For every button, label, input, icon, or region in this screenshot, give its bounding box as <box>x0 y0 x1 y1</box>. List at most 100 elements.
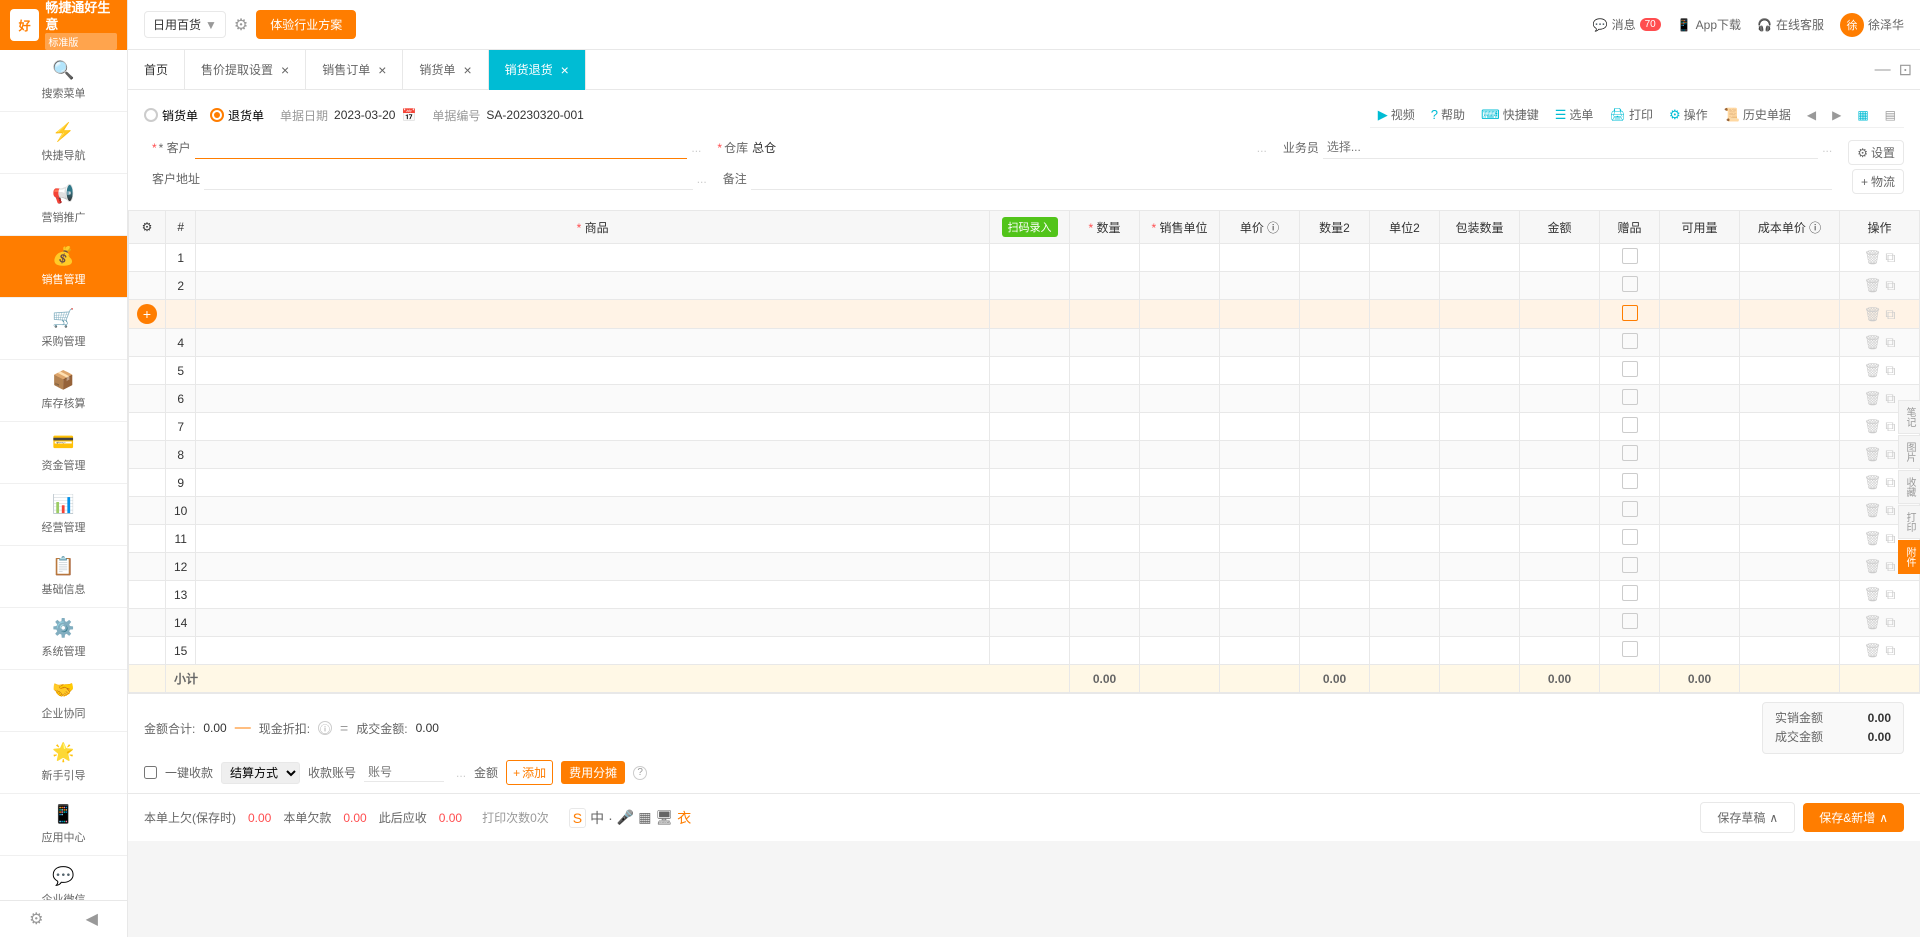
calendar-icon[interactable]: 📅 <box>401 108 416 122</box>
sidebar-settings-icon[interactable]: ⚙ <box>29 909 43 929</box>
date-value[interactable]: 2023-03-20 <box>334 108 395 122</box>
online-service-btn[interactable]: 🎧 在线客服 <box>1757 16 1824 33</box>
unit-price-cell[interactable] <box>1220 244 1300 272</box>
address-dots-btn[interactable]: ... <box>697 172 707 186</box>
fee-help-icon[interactable]: ? <box>633 766 647 780</box>
gift-checkbox[interactable] <box>1622 445 1638 461</box>
copy-icon[interactable]: ⧉ <box>1885 390 1895 407</box>
copy-icon[interactable]: ⧉ <box>1885 614 1895 631</box>
help-btn[interactable]: ? 帮助 <box>1431 106 1465 123</box>
float-notes-btn[interactable]: 笔记 <box>1898 400 1920 434</box>
add-row-btn[interactable]: + <box>137 304 157 324</box>
tab-close-icon[interactable]: × <box>281 62 289 78</box>
delete-icon[interactable]: 🗑 <box>1864 277 1882 294</box>
col-gear-header[interactable]: ⚙ <box>129 211 166 244</box>
gift-checkbox[interactable] <box>1622 641 1638 657</box>
tab-close-icon[interactable]: × <box>561 62 569 78</box>
gift-checkbox[interactable] <box>1622 529 1638 545</box>
qty2-cell[interactable] <box>1300 272 1370 300</box>
pack-qty-cell[interactable] <box>1440 272 1520 300</box>
gift-checkbox[interactable] <box>1622 305 1638 321</box>
qty-cell[interactable] <box>1070 272 1140 300</box>
delete-icon[interactable]: 🗑 <box>1864 558 1882 575</box>
amount-cell[interactable] <box>1520 244 1600 272</box>
sidebar-item-system[interactable]: ⚙️ 系统管理 <box>0 608 127 670</box>
settlement-select[interactable]: 结算方式 <box>221 762 300 784</box>
gift-checkbox[interactable] <box>1622 248 1638 264</box>
customer-dots-btn[interactable]: ... <box>691 141 701 155</box>
delete-icon[interactable]: 🗑 <box>1864 586 1882 603</box>
copy-icon[interactable]: ⧉ <box>1885 586 1895 603</box>
tab-maximize-btn[interactable]: ⊡ <box>1899 60 1912 80</box>
ime-icon-3[interactable]: · <box>608 810 613 826</box>
gift-checkbox[interactable] <box>1622 473 1638 489</box>
product-input[interactable] <box>204 251 981 265</box>
save-draft-btn[interactable]: 保存草稿 ∧ <box>1700 802 1795 833</box>
demo-btn[interactable]: 体验行业方案 <box>256 10 356 39</box>
delete-icon[interactable]: 🗑 <box>1864 446 1882 463</box>
delete-icon[interactable]: 🗑 <box>1864 502 1882 519</box>
address-input[interactable] <box>204 167 693 190</box>
delete-icon[interactable]: 🗑 <box>1864 418 1882 435</box>
qty-cell[interactable] <box>1070 300 1140 329</box>
unit2-cell[interactable] <box>1370 300 1440 329</box>
add-btn[interactable]: + 添加 <box>506 760 553 785</box>
history-btn[interactable]: 📜 历史单据 <box>1724 106 1791 123</box>
copy-icon[interactable]: ⧉ <box>1885 446 1895 463</box>
gift-checkbox[interactable] <box>1622 361 1638 377</box>
available-cell[interactable] <box>1660 244 1740 272</box>
amount-cell[interactable] <box>1520 272 1600 300</box>
action-btn[interactable]: ⚙ 操作 <box>1669 106 1708 123</box>
sidebar-item-newguide[interactable]: 🌟 新手引导 <box>0 732 127 794</box>
industry-selector[interactable]: 日用百货 ▼ <box>144 11 226 38</box>
new-product-input[interactable] <box>204 307 981 321</box>
copy-icon[interactable]: ⧉ <box>1885 558 1895 575</box>
gift-cell[interactable] <box>1600 300 1660 329</box>
list-view-icon[interactable]: ▤ <box>1885 108 1896 122</box>
sidebar-item-purchase[interactable]: 🛒 采购管理 <box>0 298 127 360</box>
float-favorite-btn[interactable]: 收藏 <box>1898 470 1920 504</box>
qty2-cell[interactable] <box>1300 300 1370 329</box>
account-input[interactable] <box>364 763 444 782</box>
fee-split-btn[interactable]: 费用分摊 <box>561 761 625 784</box>
select-btn[interactable]: ☰ 选单 <box>1555 106 1594 123</box>
scan-btn[interactable]: 扫码录入 <box>1002 217 1058 237</box>
unit-price-cell[interactable] <box>1220 272 1300 300</box>
sales-unit-cell[interactable] <box>1140 272 1220 300</box>
gift-checkbox[interactable] <box>1622 389 1638 405</box>
salesperson-dots-btn[interactable]: ... <box>1822 141 1832 155</box>
salesperson-input[interactable] <box>1323 136 1818 159</box>
discount-help-icon[interactable]: ⓘ <box>318 721 332 735</box>
tab-sales-return[interactable]: 销货退货 × <box>489 50 586 90</box>
logistics-btn[interactable]: + 物流 <box>1852 169 1904 194</box>
copy-icon[interactable]: ⧉ <box>1885 642 1895 659</box>
tab-sales-order[interactable]: 销售订单 × <box>306 50 403 90</box>
ime-icon-4[interactable]: 🎤 <box>617 809 634 826</box>
tab-price-settings[interactable]: 售价提取设置 × <box>185 50 306 90</box>
warehouse-dots-btn[interactable]: ... <box>1257 141 1267 155</box>
delete-icon[interactable]: 🗑 <box>1864 306 1882 323</box>
cost-price-cell[interactable] <box>1740 300 1840 329</box>
copy-icon[interactable]: ⧉ <box>1885 362 1895 379</box>
gift-checkbox[interactable] <box>1622 585 1638 601</box>
sidebar-item-inventory[interactable]: 📦 库存核算 <box>0 360 127 422</box>
save-new-btn[interactable]: 保存&新增 ∧ <box>1803 803 1904 832</box>
tab-close-icon[interactable]: × <box>378 62 386 78</box>
gift-cell[interactable] <box>1600 272 1660 300</box>
grid-view-icon[interactable]: ▦ <box>1857 108 1868 122</box>
qty-cell[interactable] <box>1070 244 1140 272</box>
sales-unit-cell[interactable] <box>1140 244 1220 272</box>
sidebar-item-operation[interactable]: 📊 经营管理 <box>0 484 127 546</box>
amount-cell[interactable] <box>1520 300 1600 329</box>
account-dots-btn[interactable]: ... <box>456 766 466 780</box>
available-cell[interactable] <box>1660 300 1740 329</box>
copy-icon[interactable]: ⧉ <box>1885 334 1895 351</box>
pack-qty-cell[interactable] <box>1440 300 1520 329</box>
sidebar-item-wxwork[interactable]: 💬 企业微信 <box>0 856 127 900</box>
print-btn[interactable]: 🖨 打印 <box>1609 106 1653 123</box>
gift-checkbox[interactable] <box>1622 501 1638 517</box>
ime-icon-5[interactable]: ▦ <box>638 809 651 826</box>
settings-btn[interactable]: ⚙ 设置 <box>1848 140 1904 165</box>
sidebar-item-search[interactable]: 🔍 搜索菜单 <box>0 50 127 112</box>
delete-icon[interactable]: 🗑 <box>1864 334 1882 351</box>
